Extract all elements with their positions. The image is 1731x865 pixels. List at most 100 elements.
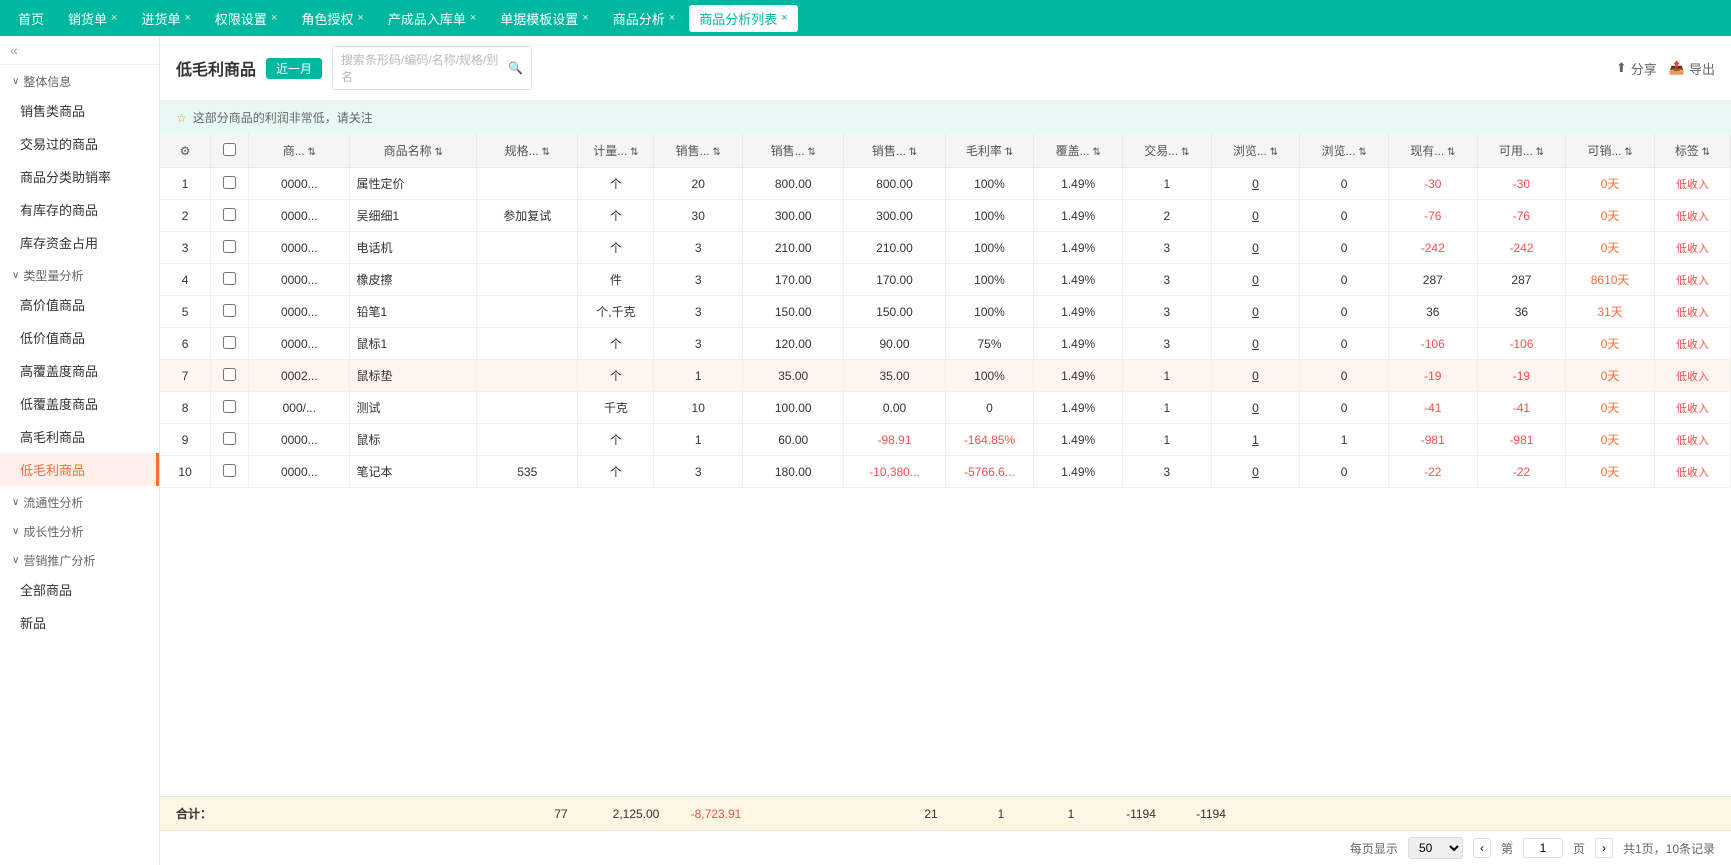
table-wrapper[interactable]: ⚙商... ⇅商品名称 ⇅规格... ⇅计量... ⇅销售... ⇅销售... … bbox=[160, 134, 1731, 796]
col-sort-saleProfit[interactable]: 销售... bbox=[872, 144, 906, 158]
nav-close-icon[interactable]: × bbox=[669, 12, 675, 24]
sidebar-item-销售类商品[interactable]: 销售类商品 bbox=[0, 94, 159, 127]
sidebar-collapse-icon[interactable]: « bbox=[10, 42, 18, 58]
col-sort-coverage[interactable]: 覆盖... bbox=[1056, 144, 1090, 158]
row-tag[interactable]: 低收入 bbox=[1654, 392, 1730, 424]
sidebar-item-交易过的商品[interactable]: 交易过的商品 bbox=[0, 127, 159, 160]
row-checkbox[interactable] bbox=[211, 296, 249, 328]
row-browse1[interactable]: 0 bbox=[1211, 232, 1300, 264]
nav-close-icon[interactable]: × bbox=[582, 12, 588, 24]
row-tag[interactable]: 低收入 bbox=[1654, 200, 1730, 232]
row-tag[interactable]: 低收入 bbox=[1654, 168, 1730, 200]
sidebar-item-低毛利商品[interactable]: 低毛利商品 bbox=[0, 453, 159, 486]
sidebar-group-类型量分析[interactable]: ∨ 类型量分析 bbox=[0, 259, 159, 288]
row-checkbox[interactable] bbox=[211, 392, 249, 424]
nav-close-icon[interactable]: × bbox=[357, 12, 363, 24]
row-browse1[interactable]: 1 bbox=[1211, 424, 1300, 456]
row-checkbox[interactable] bbox=[211, 232, 249, 264]
sidebar-group-成长性分析[interactable]: ∨ 成长性分析 bbox=[0, 515, 159, 544]
nav-item-产成品入库单[interactable]: 产成品入库单× bbox=[378, 5, 486, 32]
col-sort-saleable[interactable]: 可销... bbox=[1588, 144, 1622, 158]
row-checkbox[interactable] bbox=[211, 200, 249, 232]
th-checkbox[interactable] bbox=[211, 134, 249, 168]
row-tag[interactable]: 低收入 bbox=[1654, 232, 1730, 264]
row-tag[interactable]: 低收入 bbox=[1654, 296, 1730, 328]
row-tag[interactable]: 低收入 bbox=[1654, 424, 1730, 456]
prev-page-button[interactable]: ‹ bbox=[1473, 838, 1491, 858]
row-tag[interactable]: 低收入 bbox=[1654, 456, 1730, 488]
th-settings[interactable]: ⚙ bbox=[160, 134, 211, 168]
sidebar-item-高价值商品[interactable]: 高价值商品 bbox=[0, 288, 159, 321]
nav-item-商品分析列表[interactable]: 商品分析列表× bbox=[689, 5, 797, 32]
search-box[interactable]: 搜索条形码/编码/名称/规格/别名 🔍 bbox=[332, 46, 532, 90]
col-sort-available[interactable]: 可用... bbox=[1499, 144, 1533, 158]
row-num: 6 bbox=[160, 328, 211, 360]
nav-close-icon[interactable]: × bbox=[111, 12, 117, 24]
col-sort-grossRate[interactable]: 毛利率 bbox=[966, 144, 1002, 158]
nav-item-销货单[interactable]: 销货单× bbox=[58, 5, 127, 32]
row-browse1[interactable]: 0 bbox=[1211, 392, 1300, 424]
row-tag[interactable]: 低收入 bbox=[1654, 328, 1730, 360]
sidebar-item-全部商品[interactable]: 全部商品 bbox=[0, 573, 159, 606]
row-checkbox[interactable] bbox=[211, 456, 249, 488]
nav-item-单据模板设置[interactable]: 单据模板设置× bbox=[490, 5, 598, 32]
row-checkbox[interactable] bbox=[211, 168, 249, 200]
row-checkbox[interactable] bbox=[211, 424, 249, 456]
row-checkbox[interactable] bbox=[211, 360, 249, 392]
search-input[interactable]: 搜索条形码/编码/名称/规格/别名 bbox=[341, 51, 500, 85]
row-gross-rate: 100% bbox=[945, 168, 1034, 200]
row-tag[interactable]: 低收入 bbox=[1654, 360, 1730, 392]
sidebar-item-有库存的商品[interactable]: 有库存的商品 bbox=[0, 193, 159, 226]
col-sort-current[interactable]: 现有... bbox=[1410, 144, 1444, 158]
nav-item-角色授权[interactable]: 角色授权× bbox=[291, 5, 373, 32]
nav-item-权限设置[interactable]: 权限设置× bbox=[205, 5, 287, 32]
col-sort-name[interactable]: 商品名称 bbox=[384, 144, 432, 158]
nav-item-商品分析[interactable]: 商品分析× bbox=[603, 5, 685, 32]
col-sort-trade[interactable]: 交易... bbox=[1144, 144, 1178, 158]
sidebar-item-新品[interactable]: 新品 bbox=[0, 606, 159, 639]
row-browse1[interactable]: 0 bbox=[1211, 328, 1300, 360]
nav-item-首页[interactable]: 首页 bbox=[8, 5, 54, 32]
col-sort-saleAmount[interactable]: 销售... bbox=[771, 144, 805, 158]
sidebar-group-流通性分析[interactable]: ∨ 流通性分析 bbox=[0, 486, 159, 515]
select-all-checkbox[interactable] bbox=[223, 143, 236, 156]
col-sort-browse1[interactable]: 浏览... bbox=[1233, 144, 1267, 158]
col-sort-tag[interactable]: 标签 bbox=[1675, 144, 1699, 158]
share-button[interactable]: ⬆ 分享 bbox=[1616, 59, 1657, 78]
page-size-select[interactable]: 50 20 100 bbox=[1408, 837, 1463, 859]
row-browse1[interactable]: 0 bbox=[1211, 360, 1300, 392]
col-sort-code[interactable]: 商... bbox=[283, 144, 305, 158]
sidebar-group-整体信息[interactable]: ∨ 整体信息 bbox=[0, 65, 159, 94]
col-sort-spec[interactable]: 规格... bbox=[505, 144, 539, 158]
sidebar-item-高覆盖度商品[interactable]: 高覆盖度商品 bbox=[0, 354, 159, 387]
nav-close-icon[interactable]: × bbox=[184, 12, 190, 24]
row-checkbox[interactable] bbox=[211, 328, 249, 360]
time-tag-button[interactable]: 近一月 bbox=[266, 58, 322, 79]
row-browse1[interactable]: 0 bbox=[1211, 200, 1300, 232]
col-sort-unit[interactable]: 计量... bbox=[593, 144, 627, 158]
row-browse1[interactable]: 0 bbox=[1211, 168, 1300, 200]
sidebar-item-低覆盖度商品[interactable]: 低覆盖度商品 bbox=[0, 387, 159, 420]
current-page-input[interactable] bbox=[1523, 838, 1563, 858]
sidebar-item-库存资金占用[interactable]: 库存资金占用 bbox=[0, 226, 159, 259]
nav-close-icon[interactable]: × bbox=[271, 12, 277, 24]
row-browse1[interactable]: 0 bbox=[1211, 296, 1300, 328]
sort-icon-spec: ⇅ bbox=[539, 147, 550, 158]
settings-icon[interactable]: ⚙ bbox=[180, 144, 191, 158]
search-icon[interactable]: 🔍 bbox=[508, 61, 523, 75]
row-browse1[interactable]: 0 bbox=[1211, 456, 1300, 488]
nav-close-icon[interactable]: × bbox=[781, 12, 787, 24]
sidebar-item-商品分类助销率[interactable]: 商品分类助销率 bbox=[0, 160, 159, 193]
row-tag[interactable]: 低收入 bbox=[1654, 264, 1730, 296]
col-sort-saleQty[interactable]: 销售... bbox=[676, 144, 710, 158]
row-checkbox[interactable] bbox=[211, 264, 249, 296]
nav-close-icon[interactable]: × bbox=[470, 12, 476, 24]
next-page-button[interactable]: › bbox=[1595, 838, 1613, 858]
export-button[interactable]: 📤 导出 bbox=[1669, 59, 1715, 78]
nav-item-进货单[interactable]: 进货单× bbox=[131, 5, 200, 32]
row-browse1[interactable]: 0 bbox=[1211, 264, 1300, 296]
col-sort-browse2[interactable]: 浏览... bbox=[1322, 144, 1356, 158]
sidebar-item-低价值商品[interactable]: 低价值商品 bbox=[0, 321, 159, 354]
sidebar-group-营销推广分析[interactable]: ∨ 营销推广分析 bbox=[0, 544, 159, 573]
sidebar-item-高毛利商品[interactable]: 高毛利商品 bbox=[0, 420, 159, 453]
